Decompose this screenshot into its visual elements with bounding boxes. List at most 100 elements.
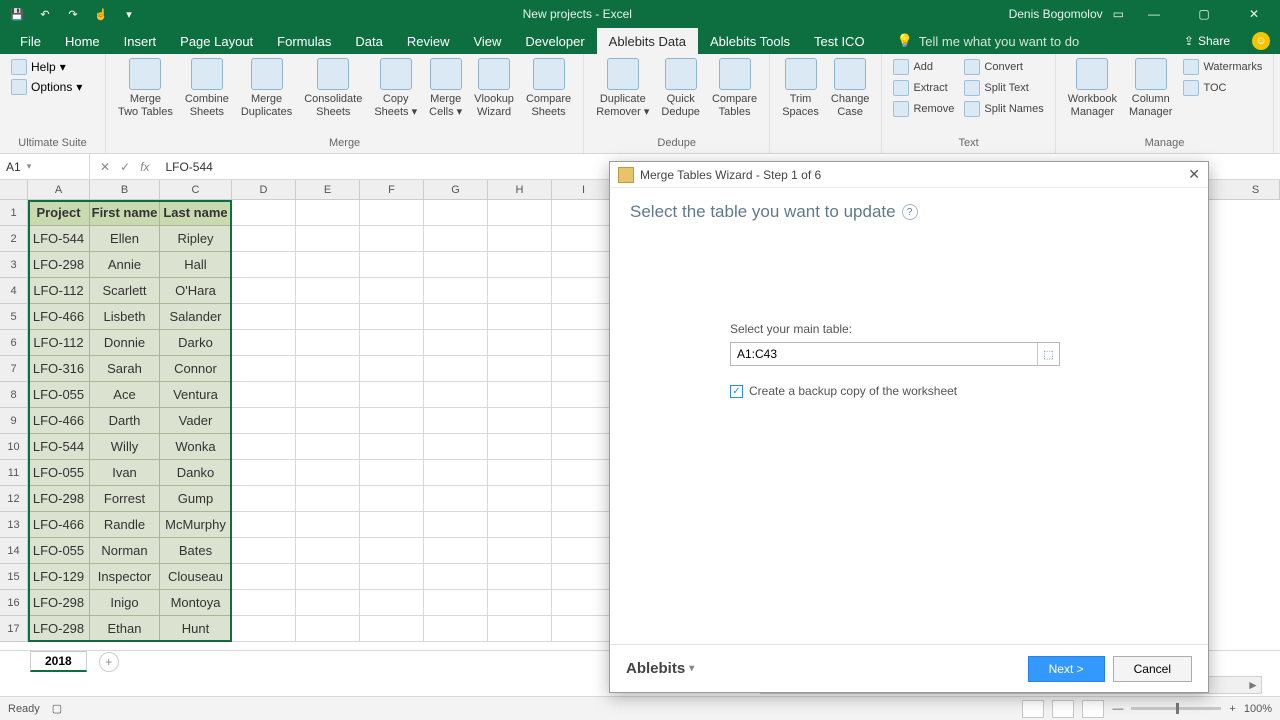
- add-sheet-button[interactable]: +: [99, 652, 119, 672]
- table-cell[interactable]: Vader: [160, 408, 232, 434]
- account-icon[interactable]: ▭: [1113, 7, 1124, 21]
- table-header[interactable]: Project: [28, 200, 90, 226]
- table-cell[interactable]: LFO-298: [28, 616, 90, 642]
- empty-cell[interactable]: [552, 616, 616, 642]
- table-cell[interactable]: Sarah: [90, 356, 160, 382]
- table-cell[interactable]: O'Hara: [160, 278, 232, 304]
- empty-cell[interactable]: [360, 278, 424, 304]
- empty-cell[interactable]: [424, 278, 488, 304]
- empty-cell[interactable]: [296, 200, 360, 226]
- table-cell[interactable]: Willy: [90, 434, 160, 460]
- empty-cell[interactable]: [552, 252, 616, 278]
- table-cell[interactable]: LFO-055: [28, 538, 90, 564]
- tab-data[interactable]: Data: [343, 28, 394, 54]
- table-cell[interactable]: LFO-466: [28, 304, 90, 330]
- brand-menu[interactable]: Ablebits▾: [626, 660, 694, 677]
- table-cell[interactable]: LFO-316: [28, 356, 90, 382]
- empty-cell[interactable]: [552, 304, 616, 330]
- table-cell[interactable]: Ripley: [160, 226, 232, 252]
- merge-btn-4[interactable]: CopySheets ▾: [370, 58, 421, 118]
- empty-cell[interactable]: [488, 590, 552, 616]
- table-cell[interactable]: Ace: [90, 382, 160, 408]
- table-cell[interactable]: Norman: [90, 538, 160, 564]
- tab-review[interactable]: Review: [395, 28, 462, 54]
- tab-home[interactable]: Home: [53, 28, 112, 54]
- empty-cell[interactable]: [296, 538, 360, 564]
- merge-btn-6[interactable]: VlookupWizard: [470, 58, 518, 118]
- empty-cell[interactable]: [232, 278, 296, 304]
- table-cell[interactable]: Scarlett: [90, 278, 160, 304]
- empty-cell[interactable]: [552, 200, 616, 226]
- view-normal-icon[interactable]: [1022, 700, 1044, 718]
- empty-cell[interactable]: [552, 564, 616, 590]
- empty-cell[interactable]: [232, 408, 296, 434]
- empty-cell[interactable]: [296, 330, 360, 356]
- dialog-close-button[interactable]: ✕: [1188, 166, 1200, 183]
- row-head[interactable]: 9: [0, 408, 28, 434]
- next-button[interactable]: Next >: [1028, 656, 1105, 682]
- cancel-button[interactable]: Cancel: [1113, 656, 1192, 682]
- col-H[interactable]: H: [488, 180, 552, 199]
- dedupe-btn-1[interactable]: QuickDedupe: [657, 58, 704, 118]
- empty-cell[interactable]: [552, 590, 616, 616]
- empty-cell[interactable]: [424, 564, 488, 590]
- table-header[interactable]: First name: [90, 200, 160, 226]
- view-pagebreak-icon[interactable]: [1082, 700, 1104, 718]
- range-picker-icon[interactable]: ⬚: [1037, 343, 1059, 365]
- table-cell[interactable]: Inigo: [90, 590, 160, 616]
- empty-cell[interactable]: [360, 590, 424, 616]
- empty-cell[interactable]: [360, 486, 424, 512]
- dedupe-btn-2[interactable]: CompareTables: [708, 58, 761, 118]
- merge-btn-3[interactable]: ConsolidateSheets: [300, 58, 366, 118]
- empty-cell[interactable]: [232, 590, 296, 616]
- col-S[interactable]: S: [1232, 180, 1280, 199]
- empty-cell[interactable]: [232, 252, 296, 278]
- empty-cell[interactable]: [296, 252, 360, 278]
- table-cell[interactable]: Gump: [160, 486, 232, 512]
- tab-ablebits-tools[interactable]: Ablebits Tools: [698, 28, 802, 54]
- tab-insert[interactable]: Insert: [112, 28, 169, 54]
- row-head[interactable]: 2: [0, 226, 28, 252]
- empty-cell[interactable]: [488, 408, 552, 434]
- zoom-slider[interactable]: [1131, 707, 1221, 710]
- redo-icon[interactable]: ↷: [62, 4, 84, 24]
- empty-cell[interactable]: [232, 356, 296, 382]
- table-cell[interactable]: Bates: [160, 538, 232, 564]
- text-btn-0[interactable]: Add: [890, 58, 957, 76]
- empty-cell[interactable]: [360, 226, 424, 252]
- empty-cell[interactable]: [424, 330, 488, 356]
- empty-cell[interactable]: [296, 408, 360, 434]
- table-cell[interactable]: Ellen: [90, 226, 160, 252]
- empty-cell[interactable]: [296, 486, 360, 512]
- row-head[interactable]: 13: [0, 512, 28, 538]
- col-D[interactable]: D: [232, 180, 296, 199]
- empty-cell[interactable]: [360, 512, 424, 538]
- empty-cell[interactable]: [296, 434, 360, 460]
- dedupe-btn-0[interactable]: DuplicateRemover ▾: [592, 58, 653, 118]
- row-head[interactable]: 4: [0, 278, 28, 304]
- empty-cell[interactable]: [360, 434, 424, 460]
- trim-btn-0[interactable]: TrimSpaces: [778, 58, 823, 118]
- text-btn-4[interactable]: Split Text: [961, 79, 1046, 97]
- column-manager[interactable]: ColumnManager: [1125, 58, 1176, 118]
- empty-cell[interactable]: [296, 564, 360, 590]
- table-cell[interactable]: LFO-298: [28, 252, 90, 278]
- empty-cell[interactable]: [360, 252, 424, 278]
- enter-formula-icon[interactable]: ✓: [120, 160, 130, 174]
- empty-cell[interactable]: [488, 616, 552, 642]
- manage-btn-3[interactable]: TOC: [1180, 79, 1265, 97]
- text-btn-5[interactable]: Split Names: [961, 100, 1046, 118]
- share-button[interactable]: ⇪ Share: [1172, 34, 1242, 48]
- empty-cell[interactable]: [232, 434, 296, 460]
- empty-cell[interactable]: [424, 356, 488, 382]
- empty-cell[interactable]: [488, 304, 552, 330]
- tab-formulas[interactable]: Formulas: [265, 28, 343, 54]
- tab-ablebits-data[interactable]: Ablebits Data: [597, 28, 698, 54]
- table-cell[interactable]: Lisbeth: [90, 304, 160, 330]
- empty-cell[interactable]: [552, 330, 616, 356]
- row-head[interactable]: 5: [0, 304, 28, 330]
- empty-cell[interactable]: [296, 226, 360, 252]
- empty-cell[interactable]: [552, 460, 616, 486]
- row-head[interactable]: 7: [0, 356, 28, 382]
- table-cell[interactable]: Randle: [90, 512, 160, 538]
